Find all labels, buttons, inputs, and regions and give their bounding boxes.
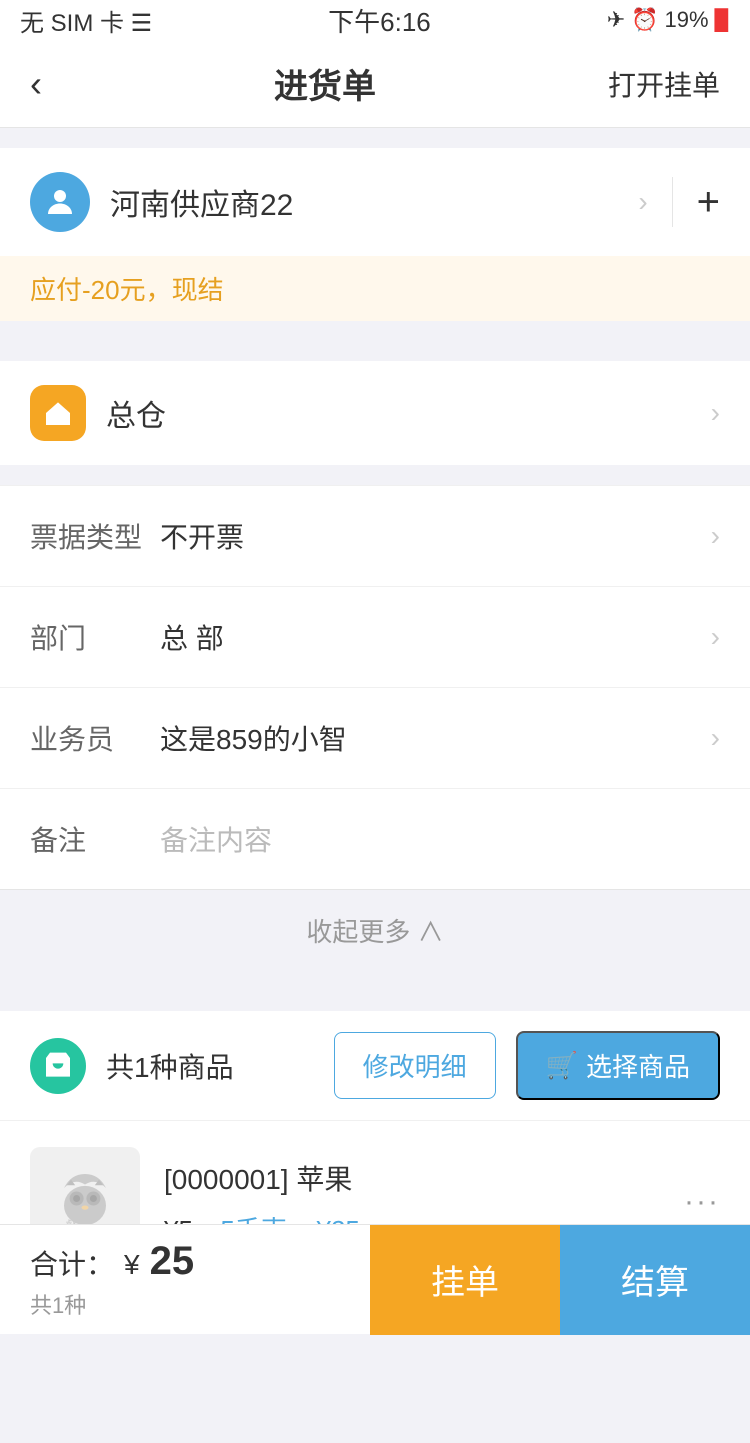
nav-bar: ‹ 进货单 打开挂单 — [0, 40, 750, 128]
collapse-bar[interactable]: 收起更多 ∧ — [0, 889, 750, 971]
invoice-row[interactable]: 票据类型 不开票 › — [0, 485, 750, 586]
battery-icon: ▉ — [715, 8, 730, 33]
remark-input[interactable]: 备注内容 — [160, 819, 720, 859]
products-header: 共1种商品 修改明细 🛒 选择商品 — [0, 1011, 750, 1120]
supplier-row[interactable]: 河南供应商22 › + — [0, 148, 750, 256]
supplier-name: 河南供应商22 — [110, 180, 638, 224]
warehouse-name: 总仓 — [106, 391, 711, 435]
footer-total: 合计： ¥ 25 共1种 — [0, 1239, 370, 1320]
warehouse-icon — [30, 385, 86, 441]
status-left: 无 SIM 卡 ☰ — [20, 3, 152, 38]
select-product-button[interactable]: 🛒 选择商品 — [516, 1031, 720, 1100]
invoice-chevron-icon: › — [711, 520, 720, 552]
product-name: [0000001] 苹果 — [164, 1158, 660, 1198]
sales-chevron-icon: › — [711, 722, 720, 754]
total-sub: 共1种 — [30, 1288, 340, 1320]
total-amount: 25 — [150, 1239, 195, 1284]
person-icon — [42, 184, 78, 220]
page-title: 进货单 — [274, 59, 376, 108]
status-bar: 无 SIM 卡 ☰ 下午6:16 ✈ ⏰ 19% ▉ — [0, 0, 750, 40]
dept-value: 总 部 — [160, 617, 711, 657]
alarm-icon: ⏰ — [631, 7, 658, 33]
section-gap-2 — [0, 321, 750, 341]
remark-row[interactable]: 备注 备注内容 — [0, 788, 750, 889]
supplier-avatar — [30, 172, 90, 232]
product-code: [0000001] — [164, 1164, 289, 1195]
sim-status: 无 SIM 卡 ☰ — [20, 3, 152, 38]
products-count: 共1种商品 — [106, 1046, 314, 1086]
dept-chevron-icon: › — [711, 621, 720, 653]
select-product-label: 选择商品 — [586, 1047, 690, 1084]
location-icon: ✈ — [607, 7, 625, 33]
products-icon — [30, 1038, 86, 1094]
status-right: ✈ ⏰ 19% ▉ — [607, 7, 730, 33]
supplier-section: 河南供应商22 › + 应付-20元，现结 — [0, 148, 750, 321]
dept-label: 部门 — [30, 617, 160, 657]
warehouse-row[interactable]: 总仓 › — [0, 361, 750, 465]
home-icon — [42, 397, 74, 429]
section-gap-1 — [0, 128, 750, 148]
select-product-icon: 🛒 — [546, 1050, 578, 1081]
dept-row[interactable]: 部门 总 部 › — [0, 586, 750, 687]
battery-status: 19% — [665, 7, 709, 33]
edit-detail-button[interactable]: 修改明细 — [334, 1032, 496, 1099]
invoice-label: 票据类型 — [30, 516, 160, 556]
supplier-chevron-icon: › — [638, 186, 647, 218]
product-title: 苹果 — [296, 1164, 352, 1195]
total-main: 合计： ¥ 25 — [30, 1239, 340, 1284]
product-more-button[interactable]: ··· — [684, 1185, 720, 1219]
checkout-button[interactable]: 结算 — [560, 1225, 750, 1335]
section-gap-3 — [0, 465, 750, 485]
invoice-value: 不开票 — [160, 516, 711, 556]
sales-value: 这是859的小智 — [160, 718, 711, 758]
add-button[interactable]: + — [697, 182, 720, 222]
cart-icon — [42, 1050, 74, 1082]
remark-label: 备注 — [30, 819, 160, 859]
section-gap-4 — [0, 971, 750, 991]
sales-label: 业务员 — [30, 718, 160, 758]
collapse-label: 收起更多 ∧ — [306, 912, 443, 949]
footer: 合计： ¥ 25 共1种 挂单 结算 — [0, 1224, 750, 1334]
fields-section: 票据类型 不开票 › 部门 总 部 › 业务员 这是859的小智 › 备注 备注… — [0, 485, 750, 971]
back-button[interactable]: ‹ — [30, 63, 42, 105]
supplier-divider — [672, 177, 673, 227]
total-symbol: ¥ — [124, 1249, 140, 1281]
total-label: 合计： — [30, 1243, 114, 1283]
info-banner: 应付-20元，现结 — [0, 256, 750, 321]
warehouse-chevron-icon: › — [711, 397, 720, 429]
open-hang-button[interactable]: 打开挂单 — [608, 64, 720, 104]
status-time: 下午6:16 — [328, 2, 431, 39]
hang-button[interactable]: 挂单 — [370, 1225, 560, 1335]
sales-row[interactable]: 业务员 这是859的小智 › — [0, 687, 750, 788]
